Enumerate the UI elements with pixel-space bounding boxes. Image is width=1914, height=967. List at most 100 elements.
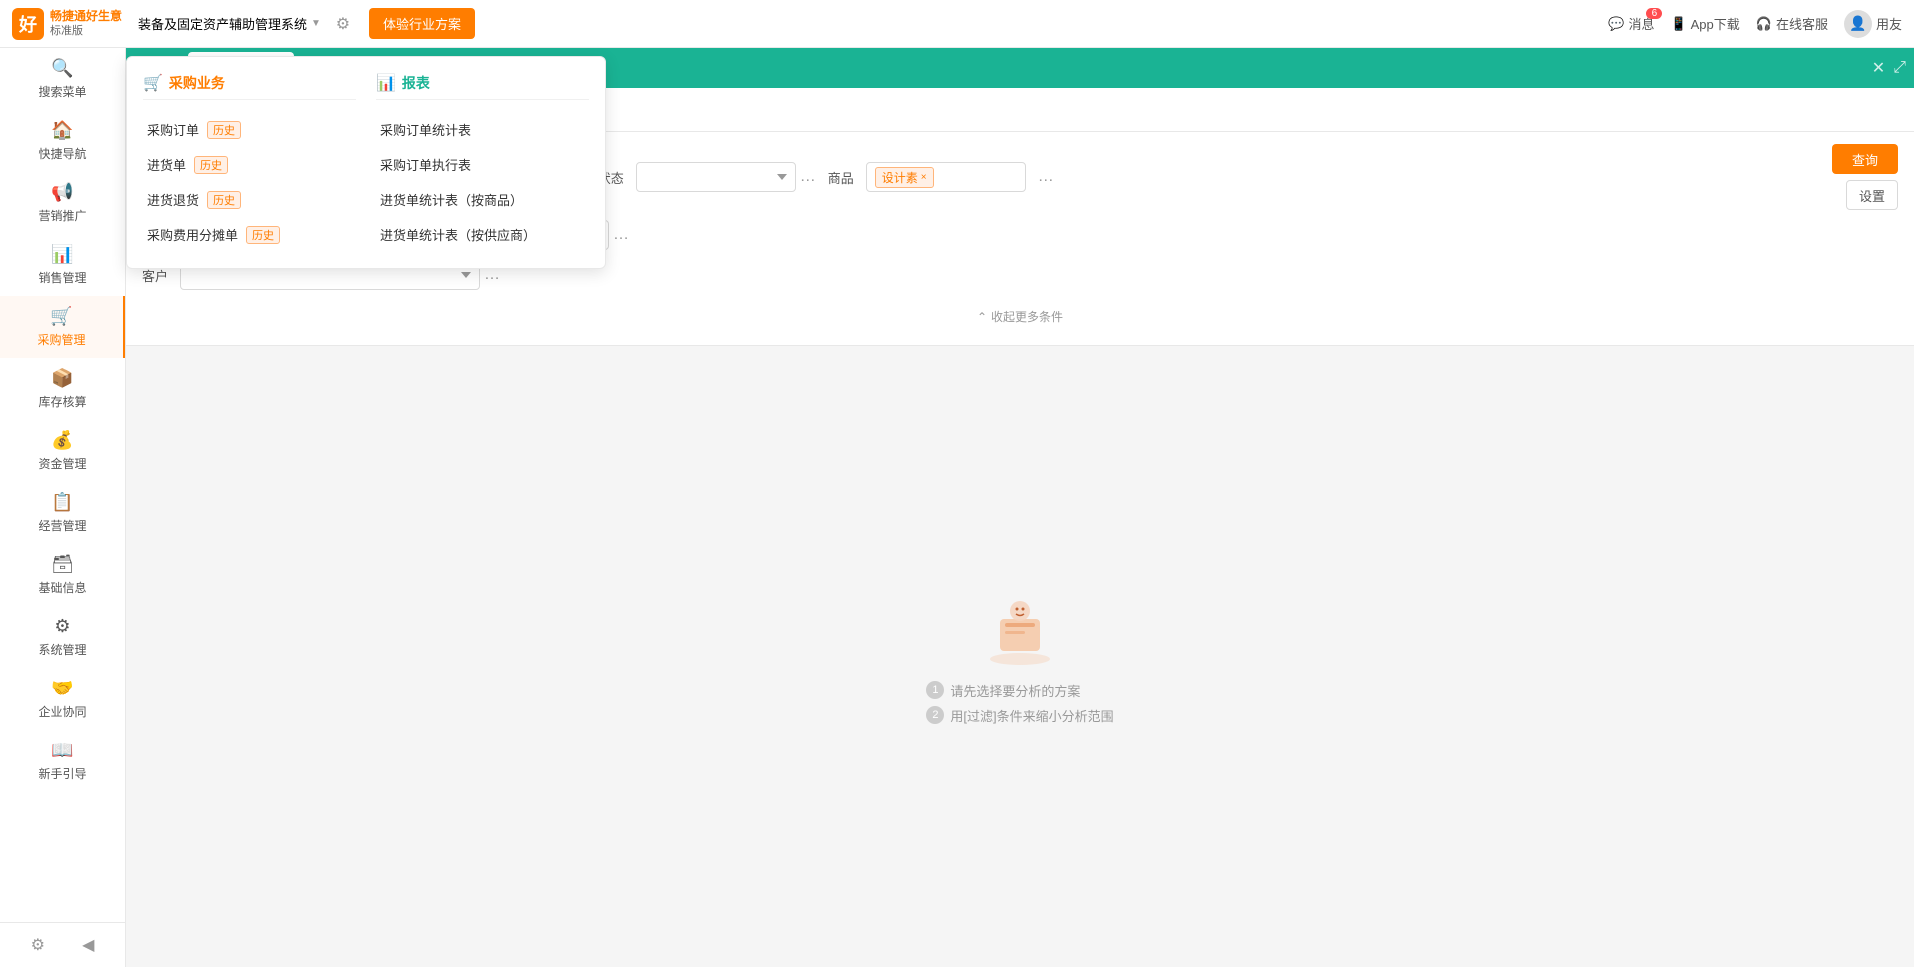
dropdown-report-3[interactable]: 进货单统计表（按商品）: [376, 182, 589, 217]
dropdown-report-2-label: 采购订单执行表: [380, 155, 471, 174]
report-col-label: 报表: [402, 73, 430, 93]
sidebar-item-label-coop: 企业协同: [38, 703, 86, 720]
sidebar-item-label-system: 系统管理: [38, 641, 86, 658]
goods-label: 商品: [828, 168, 854, 187]
sidebar-item-operations[interactable]: 📋 经营管理: [0, 482, 125, 544]
database-icon: 🗃: [51, 554, 74, 575]
top-bar: 好 畅捷通好生意 标准版 装备及固定资产辅助管理系统 ▼ ⚙ 体验行业方案 💬 …: [0, 0, 1914, 48]
history-badge-3: 历史: [246, 226, 280, 244]
handshake-icon: 🤝: [51, 678, 73, 699]
purchase-col: 🛒 采购业务 采购订单 历史 进货单 历史 进货退货 历史 采购费用分摊单 历史: [143, 73, 356, 252]
sidebar-item-label-inventory: 库存核算: [38, 393, 86, 410]
system-title: 装备及固定资产辅助管理系统: [138, 14, 307, 33]
query-button[interactable]: 查询: [1832, 144, 1898, 174]
dropdown-report-2[interactable]: 采购订单执行表: [376, 147, 589, 182]
order-status-select-wrap: …: [636, 162, 816, 192]
phone-icon: 📱: [1670, 16, 1686, 32]
app-download-button[interactable]: 📱 App下载: [1670, 14, 1739, 33]
goods-ellipsis[interactable]: …: [1038, 168, 1054, 186]
empty-illustration: [980, 589, 1060, 669]
salesperson-ellipsis[interactable]: …: [613, 226, 629, 244]
collapse-label: 收起更多条件: [991, 308, 1063, 325]
goods-tag-input[interactable]: 设计素 ×: [866, 162, 1026, 192]
dropdown-goods-receipt[interactable]: 进货单 历史: [143, 147, 356, 182]
logo-text: 畅捷通好生意 标准版: [50, 9, 122, 39]
sidebar-item-search[interactable]: 🔍 搜索菜单: [0, 48, 125, 110]
online-service-label: 在线客服: [1776, 14, 1828, 33]
collapse-icon: ⌃: [977, 310, 987, 324]
dropdown-report-3-label: 进货单统计表（按商品）: [380, 190, 523, 209]
collapse-button[interactable]: ⌃ 收起更多条件: [977, 308, 1063, 325]
dropdown-report-1[interactable]: 采购订单统计表: [376, 112, 589, 147]
app-download-label: App下载: [1691, 14, 1740, 33]
avatar: 👤: [1844, 10, 1872, 38]
order-status-ellipsis[interactable]: …: [800, 168, 816, 186]
setting-button[interactable]: 设置: [1846, 180, 1898, 210]
home-icon: 🏠: [51, 120, 73, 141]
search-icon: 🔍: [51, 58, 73, 79]
sidebar-item-system[interactable]: ⚙ 系统管理: [0, 606, 125, 668]
megaphone-icon: 📢: [51, 182, 73, 203]
sidebar-bottom: ⚙ ◀: [0, 922, 125, 967]
sidebar-item-sales[interactable]: 📊 销售管理: [0, 234, 125, 296]
sidebar-item-finance[interactable]: 💰 资金管理: [0, 420, 125, 482]
sidebar-item-label-nav: 快捷导航: [38, 145, 86, 162]
sidebar: 🔍 搜索菜单 🏠 快捷导航 📢 营销推广 📊 销售管理 🛒 采购管理 📦: [0, 48, 126, 967]
dropdown-goods-receipt-label: 进货单: [147, 155, 186, 174]
message-button[interactable]: 💬 消息 6: [1608, 14, 1654, 33]
dropdown-goods-return[interactable]: 进货退货 历史: [143, 182, 356, 217]
message-badge: 6: [1646, 8, 1662, 19]
sidebar-item-basic-info[interactable]: 🗃 基础信息: [0, 544, 125, 606]
sidebar-item-label-basic: 基础信息: [38, 579, 86, 596]
brand-edition: 标准版: [50, 24, 122, 38]
cart-icon: 🛒: [50, 306, 72, 327]
system-dropdown[interactable]: 装备及固定资产辅助管理系统 ▼: [138, 14, 321, 33]
tip-text-2: 用[过滤]条件来缩小分析范围: [950, 706, 1113, 725]
gear-button[interactable]: ⚙: [329, 10, 357, 38]
sidebar-item-label-ops: 经营管理: [38, 517, 86, 534]
history-badge-0: 历史: [207, 121, 241, 139]
goods-tag-label: 设计素: [882, 169, 918, 186]
dropdown-goods-return-label: 进货退货: [147, 190, 199, 209]
user-menu-button[interactable]: 👤 用友: [1844, 10, 1902, 38]
sidebar-settings-button[interactable]: ⚙: [31, 935, 45, 955]
goods-tag-close[interactable]: ×: [921, 172, 927, 183]
user-avatar-icon: 👤: [1849, 15, 1866, 32]
tab-expand-button[interactable]: ⤢: [1893, 59, 1906, 77]
user-label: 用友: [1876, 14, 1902, 33]
online-service-button[interactable]: 🎧 在线客服: [1756, 14, 1828, 33]
dropdown-purchase-expense[interactable]: 采购费用分摊单 历史: [143, 217, 356, 252]
sidebar-item-purchase[interactable]: 🛒 采购管理: [0, 296, 125, 358]
purchase-col-label: 采购业务: [169, 73, 225, 93]
purchase-col-title: 🛒 采购业务: [143, 73, 356, 100]
tab-close-button[interactable]: ✕: [1872, 58, 1885, 78]
tab-actions: ✕ ⤢: [1872, 58, 1906, 78]
empty-tip-2: 2 用[过滤]条件来缩小分析范围: [926, 706, 1113, 725]
sidebar-item-navigation[interactable]: 🏠 快捷导航: [0, 110, 125, 172]
sidebar-item-cooperation[interactable]: 🤝 企业协同: [0, 668, 125, 730]
sidebar-collapse-button[interactable]: ◀: [82, 935, 94, 955]
dropdown-purchase-expense-label: 采购费用分摊单: [147, 225, 238, 244]
sidebar-item-guide[interactable]: 📖 新手引导: [0, 730, 125, 792]
dropdown-report-4[interactable]: 进货单统计表（按供应商）: [376, 217, 589, 252]
logo-icon: 好: [12, 8, 44, 40]
collapse-row[interactable]: ⌃ 收起更多条件: [142, 300, 1898, 333]
clipboard-icon: 📋: [51, 492, 73, 513]
headset-icon: 🎧: [1756, 16, 1772, 32]
order-status-select[interactable]: [636, 162, 796, 192]
experience-button[interactable]: 体验行业方案: [369, 8, 475, 39]
app-container: 好 畅捷通好生意 标准版 装备及固定资产辅助管理系统 ▼ ⚙ 体验行业方案 💬 …: [0, 0, 1914, 967]
dropdown-report-4-label: 进货单统计表（按供应商）: [380, 225, 536, 244]
dropdown-purchase-order-label: 采购订单: [147, 120, 199, 139]
sidebar-item-label-sales: 销售管理: [38, 269, 86, 286]
sidebar-item-inventory[interactable]: 📦 库存核算: [0, 358, 125, 420]
sidebar-item-label-search: 搜索菜单: [38, 83, 86, 100]
report-col-title: 📊 报表: [376, 73, 589, 100]
sidebar-item-marketing[interactable]: 📢 营销推广: [0, 172, 125, 234]
box-icon: 📦: [51, 368, 73, 389]
tip-num-2: 2: [926, 706, 944, 724]
dropdown-purchase-order[interactable]: 采购订单 历史: [143, 112, 356, 147]
tip-num-1: 1: [926, 681, 944, 699]
empty-state: 1 请先选择要分析的方案 2 用[过滤]条件来缩小分析范围: [126, 346, 1914, 967]
purchase-col-icon: 🛒: [143, 73, 163, 93]
